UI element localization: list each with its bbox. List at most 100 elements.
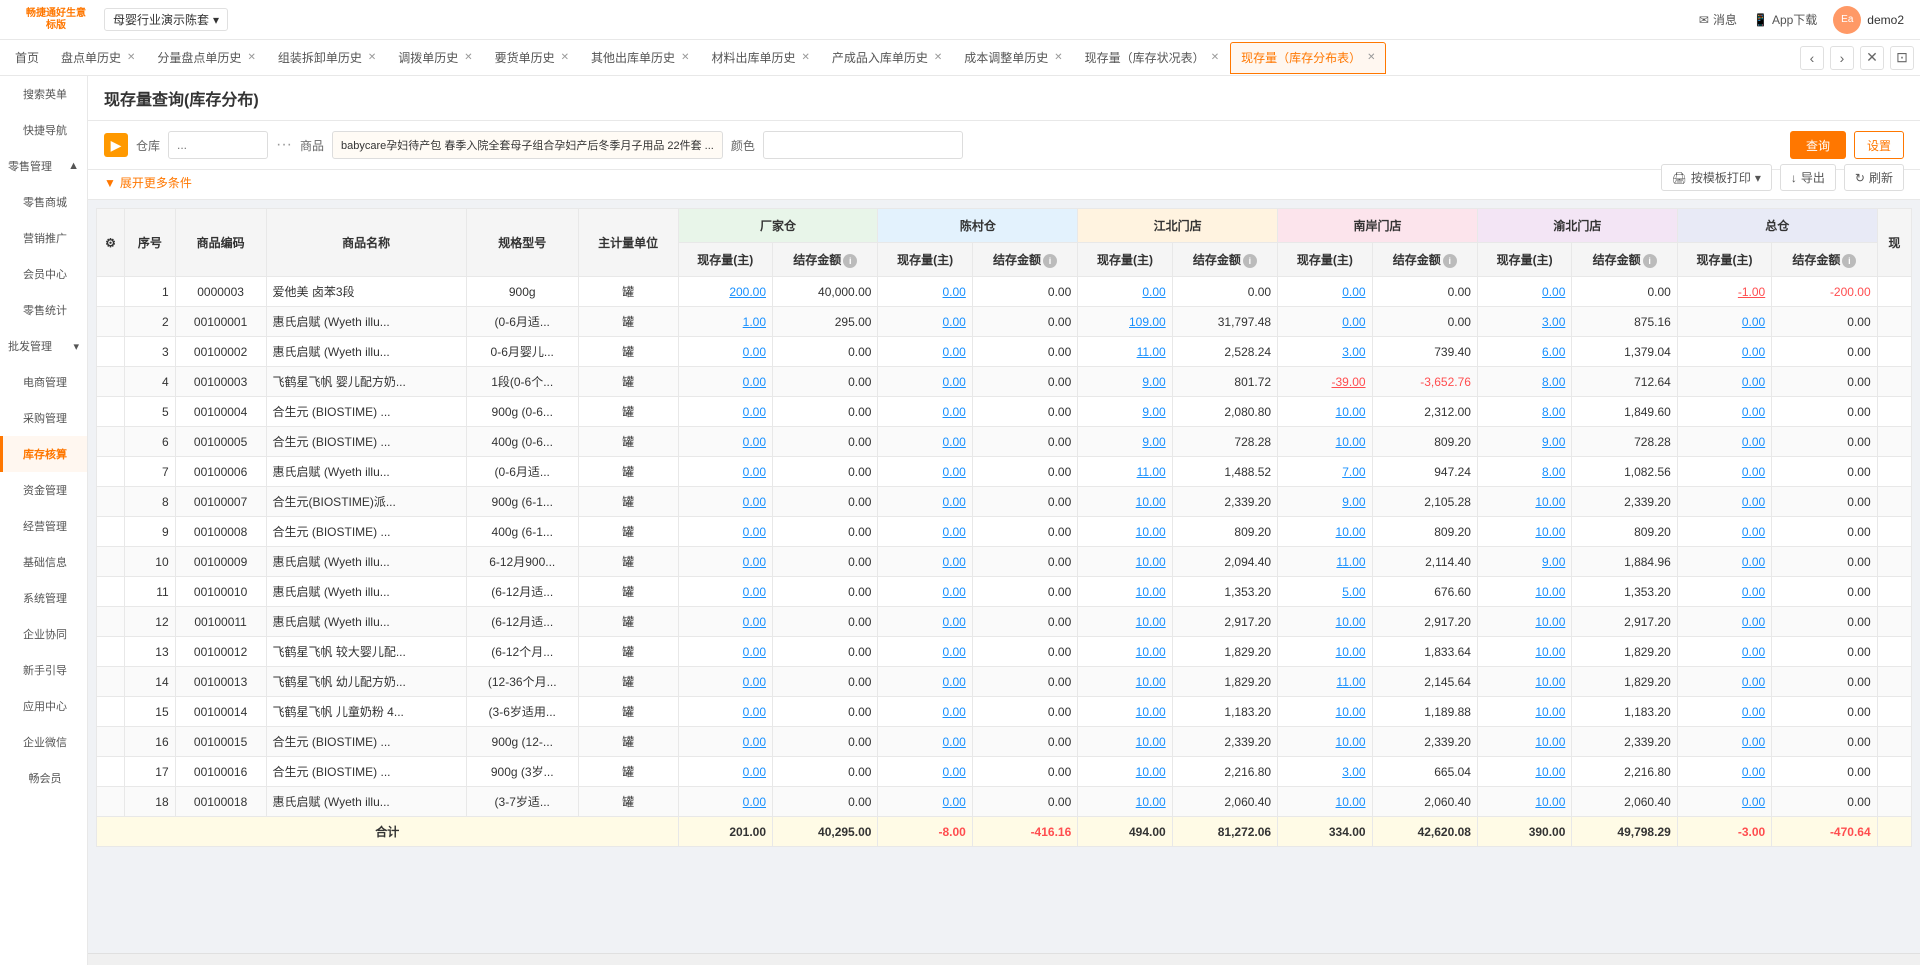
message-btn[interactable]: ✉ 消息 xyxy=(1699,11,1737,28)
close-icon[interactable]: ✕ xyxy=(368,52,376,63)
factory-amt-info-icon[interactable]: i xyxy=(843,254,857,268)
sidebar-item-marketing[interactable]: 营销推广 xyxy=(0,220,87,256)
tab-material-out[interactable]: 材料出库单历史 ✕ xyxy=(700,42,820,74)
warehouse-label: 仓库 xyxy=(136,137,160,154)
tab-prev-btn[interactable]: ‹ xyxy=(1800,46,1824,70)
sidebar-item-member-pro[interactable]: 畅会员 xyxy=(0,760,87,796)
settings-icon[interactable]: ⚙ xyxy=(105,236,116,250)
sidebar-item-basic-info[interactable]: 基础信息 xyxy=(0,544,87,580)
tab-other-outbound[interactable]: 其他出库单历史 ✕ xyxy=(580,42,700,74)
message-icon: ✉ xyxy=(1699,13,1709,27)
th-setting[interactable]: ⚙ xyxy=(97,209,125,277)
sidebar-item-retail-stats[interactable]: 零售统计 xyxy=(0,292,87,328)
close-icon[interactable]: ✕ xyxy=(681,52,689,63)
tab-inventory-count[interactable]: 盘点单历史 ✕ xyxy=(50,42,146,74)
tab-label: 成本调整单历史 xyxy=(964,49,1048,66)
sidebar-item-quicknav[interactable]: 快捷导航 xyxy=(0,112,87,148)
tab-label: 材料出库单历史 xyxy=(711,49,795,66)
th-yubeimen-qty: 现存量(主) xyxy=(1477,243,1571,277)
tab-label: 调拨单历史 xyxy=(398,49,458,66)
close-icon[interactable]: ✕ xyxy=(1054,52,1062,63)
sidebar-item-wechat-work[interactable]: 企业微信 xyxy=(0,724,87,760)
sidebar-item-wholesale[interactable]: 批发管理▾ xyxy=(0,328,87,364)
tab-product-in[interactable]: 产成品入库单历史 ✕ xyxy=(821,42,953,74)
sidebar-item-retail-shop[interactable]: 零售商城 xyxy=(0,184,87,220)
top-bar-right: ✉ 消息 📱 App下载 Ea demo2 xyxy=(1699,6,1904,34)
tab-stock-status[interactable]: 现存量（库存状况表） ✕ xyxy=(1074,42,1230,74)
color-label: 颜色 xyxy=(731,137,755,154)
content-area: 现存量查询(库存分布) 🖨 按模板打印 ▾ ↓ 导出 ↻ 刷新 ▶ xyxy=(88,76,1920,965)
print-btn[interactable]: 🖨 按模板打印 ▾ xyxy=(1661,164,1772,191)
summary-nanan-amt: 42,620.08 xyxy=(1372,817,1477,847)
export-btn[interactable]: ↓ 导出 xyxy=(1780,164,1836,191)
tab-order[interactable]: 要货单历史 ✕ xyxy=(484,42,580,74)
close-icon[interactable]: ✕ xyxy=(561,52,569,63)
logo-subtext: 标版 xyxy=(46,20,66,32)
warehouse-input[interactable] xyxy=(168,131,268,159)
expand-conditions-btn[interactable]: ▼ 展开更多条件 xyxy=(104,174,192,191)
total-amt-info-icon[interactable]: i xyxy=(1842,254,1856,268)
close-icon[interactable]: ✕ xyxy=(1367,52,1375,63)
filter-toggle-btn[interactable]: ▶ xyxy=(104,133,128,157)
sidebar-item-member[interactable]: 会员中心 xyxy=(0,256,87,292)
tab-home[interactable]: 首页 xyxy=(4,42,50,74)
page-header: 现存量查询(库存分布) 🖨 按模板打印 ▾ ↓ 导出 ↻ 刷新 xyxy=(88,76,1920,121)
summary-yubeimen-qty: 390.00 xyxy=(1477,817,1571,847)
sidebar-item-search[interactable]: 搜索英单 xyxy=(0,76,87,112)
th-chenma-qty: 现存量(主) xyxy=(878,243,972,277)
tab-label: 现存量（库存状况表） xyxy=(1085,49,1205,66)
setting-btn[interactable]: 设置 xyxy=(1854,131,1904,159)
sidebar-item-retail-mgmt[interactable]: 零售管理▲ xyxy=(0,148,87,184)
tab-close-all-btn[interactable]: ✕ xyxy=(1860,46,1884,70)
sidebar-item-guide[interactable]: 新手引导 xyxy=(0,652,87,688)
search-btn[interactable]: 查询 xyxy=(1790,131,1846,159)
avatar-text: Ea xyxy=(1841,14,1853,25)
sidebar-item-inventory[interactable]: 库存核算 xyxy=(0,436,87,472)
sidebar-item-purchase[interactable]: 采购管理 xyxy=(0,400,87,436)
close-icon[interactable]: ✕ xyxy=(934,52,942,63)
th-code: 商品编码 xyxy=(175,209,266,277)
sidebar-item-system[interactable]: 系统管理 xyxy=(0,580,87,616)
summary-factory-amt: 40,295.00 xyxy=(773,817,878,847)
app-download-btn[interactable]: 📱 App下载 xyxy=(1753,11,1817,28)
nanan-amt-info-icon[interactable]: i xyxy=(1443,254,1457,268)
business-selector[interactable]: 母婴行业演示陈套 ▾ xyxy=(104,8,228,31)
sidebar-item-enterprise-collab[interactable]: 企业协同 xyxy=(0,616,87,652)
th-chenma: 陈村仓 xyxy=(878,209,1078,243)
mobile-icon: 📱 xyxy=(1753,13,1768,27)
close-icon[interactable]: ✕ xyxy=(247,52,255,63)
goods-value[interactable]: babycare孕妇待产包 春季入院全套母子组合孕妇产后冬季月子用品 22件套 … xyxy=(332,131,723,159)
sidebar-item-ecommerce[interactable]: 电商管理 xyxy=(0,364,87,400)
tab-stock-distribution[interactable]: 现存量（库存分布表） ✕ xyxy=(1230,42,1386,74)
sidebar-item-finance[interactable]: 资金管理 xyxy=(0,472,87,508)
color-input[interactable] xyxy=(763,131,963,159)
th-unit: 主计量单位 xyxy=(578,209,678,277)
close-icon[interactable]: ✕ xyxy=(801,52,809,63)
yubeimen-amt-info-icon[interactable]: i xyxy=(1643,254,1657,268)
user-area[interactable]: Ea demo2 xyxy=(1833,6,1904,34)
tab-cost-adjust[interactable]: 成本调整单历史 ✕ xyxy=(953,42,1073,74)
sidebar-item-operations[interactable]: 经营管理 xyxy=(0,508,87,544)
close-icon[interactable]: ✕ xyxy=(127,52,135,63)
close-icon[interactable]: ✕ xyxy=(1211,52,1219,63)
filter-bar: ▶ 仓库 ··· 商品 babycare孕妇待产包 春季入院全套母子组合孕妇产后… xyxy=(88,121,1920,170)
tab-bar: 首页 盘点单历史 ✕ 分量盘点单历史 ✕ 组装拆卸单历史 ✕ 调拨单历史 ✕ 要… xyxy=(0,40,1920,76)
tab-assembly[interactable]: 组装拆卸单历史 ✕ xyxy=(267,42,387,74)
close-icon[interactable]: ✕ xyxy=(464,52,472,63)
tab-next-btn[interactable]: › xyxy=(1830,46,1854,70)
dots-separator: ··· xyxy=(276,136,292,154)
refresh-btn[interactable]: ↻ 刷新 xyxy=(1844,164,1904,191)
tab-label: 要货单历史 xyxy=(495,49,555,66)
data-table: ⚙ 序号 商品编码 商品名称 规格型号 主计量单位 厂家仓 陈村仓 江北门店 南… xyxy=(96,208,1912,847)
horizontal-scrollbar[interactable] xyxy=(88,953,1920,965)
jiangbei-amt-info-icon[interactable]: i xyxy=(1243,254,1257,268)
tab-fraction-count[interactable]: 分量盘点单历史 ✕ xyxy=(146,42,266,74)
sidebar-item-app-center[interactable]: 应用中心 xyxy=(0,688,87,724)
th-yubeimen-amt: 结存金额i xyxy=(1572,243,1677,277)
tab-transfer[interactable]: 调拨单历史 ✕ xyxy=(387,42,483,74)
chenma-amt-info-icon[interactable]: i xyxy=(1043,254,1057,268)
tab-nav-controls: ‹ › ✕ ⊡ xyxy=(1798,46,1916,70)
th-factory: 厂家仓 xyxy=(678,209,878,243)
tab-expand-btn[interactable]: ⊡ xyxy=(1890,46,1914,70)
table-container[interactable]: ⚙ 序号 商品编码 商品名称 规格型号 主计量单位 厂家仓 陈村仓 江北门店 南… xyxy=(88,200,1920,953)
